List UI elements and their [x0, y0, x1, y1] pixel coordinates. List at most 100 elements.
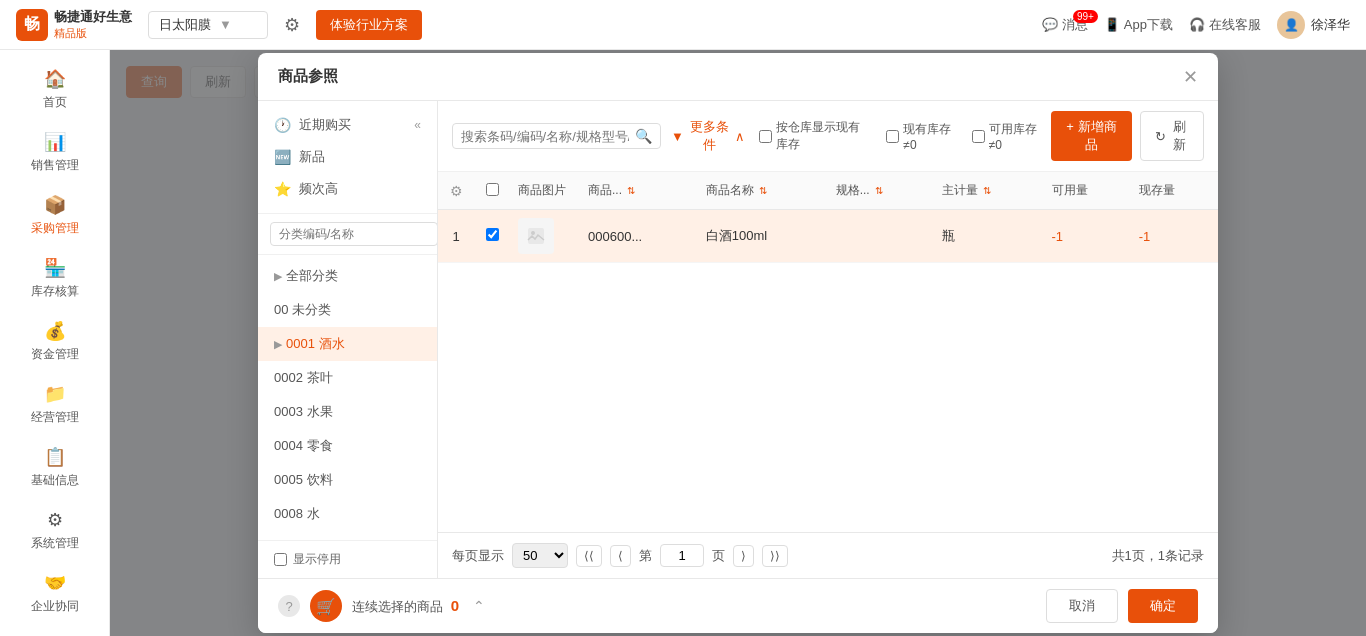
store-name: 日太阳膜 — [159, 16, 211, 34]
show-disabled-checkbox[interactable] — [274, 553, 287, 566]
filter-icon: ▼ — [671, 129, 684, 144]
cell-checkbox[interactable] — [474, 210, 510, 263]
modal-header: 商品参照 ✕ — [258, 53, 1218, 101]
quick-nav: 🕐 近期购买 « 🆕 新品 ⭐ 频次高 — [258, 101, 437, 214]
available-stock-checkbox[interactable] — [972, 130, 985, 143]
refresh-label: 刷新 — [1170, 118, 1189, 154]
more-filter-button[interactable]: ▼ 更多条件 ∧ — [671, 118, 745, 154]
per-page-select[interactable]: 50 100 — [512, 543, 568, 568]
modal-footer: ? 🛒 连续选择的商品 0 ⌃ 取消 确定 — [258, 578, 1218, 633]
page-prev-button[interactable]: ⟨ — [610, 545, 631, 567]
sidebar-item-purchase[interactable]: 📦 采购管理 — [0, 184, 109, 247]
gear-icon[interactable]: ⚙ — [280, 10, 304, 40]
sidebar-item-system[interactable]: ⚙ 系统管理 — [0, 499, 109, 562]
headset-icon: 🎧 — [1189, 17, 1205, 32]
sort-name-icon[interactable]: ⇅ — [759, 185, 767, 196]
store-select[interactable]: 日太阳膜 ▼ — [148, 11, 268, 39]
cat-label-0004: 0004 零食 — [274, 437, 333, 455]
gear-icon[interactable]: ⚙ — [450, 183, 463, 199]
col-stock: 现存量 — [1131, 172, 1218, 210]
search-icon[interactable]: 🔍 — [635, 128, 652, 144]
col-name: 商品名称 ⇅ — [698, 172, 828, 210]
recent-icon: 🕐 — [274, 117, 291, 133]
show-stock-checkbox[interactable] — [759, 130, 772, 143]
page-last-button[interactable]: ⟩⟩ — [762, 545, 788, 567]
category-item-00[interactable]: 00 未分类 — [258, 293, 437, 327]
service-nav[interactable]: 🎧 在线客服 — [1189, 16, 1261, 34]
message-nav[interactable]: 💬 消息 99+ — [1042, 16, 1088, 34]
nonzero-stock-checkbox[interactable] — [886, 130, 899, 143]
sidebar-item-sales[interactable]: 📊 销售管理 — [0, 121, 109, 184]
sidebar-label-system: 系统管理 — [31, 535, 79, 552]
category-item-0002[interactable]: 0002 茶叶 — [258, 361, 437, 395]
navbar: 畅 畅捷通好生意 精品版 日太阳膜 ▼ ⚙ 体验行业方案 💬 消息 99+ 📱 … — [0, 0, 1366, 50]
checkbox-show-stock[interactable]: 按仓库显示现有库存 — [759, 119, 870, 153]
category-item-0010[interactable]: 0010 家电 — [258, 531, 437, 540]
inventory-icon: 🏪 — [44, 257, 66, 279]
category-search-input[interactable] — [270, 222, 438, 246]
home-icon: 🏠 — [44, 68, 66, 90]
cat-label-0008: 0008 水 — [274, 505, 320, 523]
confirm-button[interactable]: 确定 — [1128, 589, 1198, 623]
table-body: 1 000600... 白酒100ml — [438, 210, 1218, 263]
sort-spec-icon[interactable]: ⇅ — [875, 185, 883, 196]
cancel-button[interactable]: 取消 — [1046, 589, 1118, 623]
checkbox-available-stock[interactable]: 可用库存≠0 — [972, 121, 1041, 152]
footer-collapse-icon[interactable]: ⌃ — [473, 598, 485, 614]
cell-stock: -1 — [1131, 210, 1218, 263]
col-available: 可用量 — [1044, 172, 1131, 210]
pagination: 每页显示 50 100 ⟨⟨ ⟨ 第 页 ⟩ ⟩⟩ — [438, 532, 1218, 578]
cart-icon[interactable]: 🛒 — [310, 590, 342, 622]
sidebar-item-home[interactable]: 🏠 首页 — [0, 58, 109, 121]
sidebar-item-inventory[interactable]: 🏪 库存核算 — [0, 247, 109, 310]
category-item-0008[interactable]: 0008 水 — [258, 497, 437, 531]
sidebar-item-enterprise[interactable]: 🤝 企业协同 — [0, 562, 109, 625]
table-row[interactable]: 1 000600... 白酒100ml — [438, 210, 1218, 263]
page-number-input[interactable] — [660, 544, 704, 567]
quick-nav-frequent[interactable]: ⭐ 频次高 — [258, 173, 437, 205]
modal-title: 商品参照 — [278, 67, 338, 86]
sidebar-item-operation[interactable]: 📁 经营管理 — [0, 373, 109, 436]
sidebar-item-guide[interactable]: 📚 新手引导 — [0, 625, 109, 636]
add-product-button[interactable]: + 新增商品 — [1051, 111, 1132, 161]
quick-nav-recent[interactable]: 🕐 近期购买 « — [258, 109, 437, 141]
checkbox-nonzero-stock[interactable]: 现有库存≠0 — [886, 121, 955, 152]
search-bar: 🔍 ▼ 更多条件 ∧ 按仓库显示现有库存 — [438, 101, 1218, 172]
user-menu[interactable]: 👤 徐泽华 — [1277, 11, 1350, 39]
col-checkbox — [474, 172, 510, 210]
cat-label-0003: 0003 水果 — [274, 403, 333, 421]
category-item-0004[interactable]: 0004 零食 — [258, 429, 437, 463]
category-item-0001[interactable]: ▶ 0001 酒水 — [258, 327, 437, 361]
page-first-button[interactable]: ⟨⟨ — [576, 545, 602, 567]
quick-nav-new[interactable]: 🆕 新品 — [258, 141, 437, 173]
left-panel: 🕐 近期购买 « 🆕 新品 ⭐ 频次高 — [258, 101, 438, 578]
cell-code: 000600... — [580, 210, 698, 263]
product-reference-modal: 商品参照 ✕ 🕐 近期购买 « � — [258, 53, 1218, 633]
sort-code-icon[interactable]: ⇅ — [627, 185, 635, 196]
search-input[interactable] — [461, 129, 629, 144]
sidebar-item-finance[interactable]: 💰 资金管理 — [0, 310, 109, 373]
page-unit-label: 页 — [712, 547, 725, 565]
experience-button[interactable]: 体验行业方案 — [316, 10, 422, 40]
select-all-checkbox[interactable] — [486, 183, 499, 196]
collapse-button[interactable]: « — [414, 118, 421, 132]
refresh-button[interactable]: ↻ 刷新 — [1140, 111, 1204, 161]
sidebar-item-basic[interactable]: 📋 基础信息 — [0, 436, 109, 499]
col-gear[interactable]: ⚙ — [438, 172, 474, 210]
category-item-0005[interactable]: 0005 饮料 — [258, 463, 437, 497]
sort-unit-icon[interactable]: ⇅ — [983, 185, 991, 196]
col-code: 商品... ⇅ — [580, 172, 698, 210]
row-checkbox[interactable] — [486, 228, 499, 241]
modal-close-button[interactable]: ✕ — [1183, 68, 1198, 86]
show-disabled: 显示停用 — [258, 540, 437, 578]
page-next-button[interactable]: ⟩ — [733, 545, 754, 567]
app-download-nav[interactable]: 📱 App下载 — [1104, 16, 1173, 34]
sidebar-label-enterprise: 企业协同 — [31, 598, 79, 615]
service-label: 在线客服 — [1209, 16, 1261, 34]
message-icon: 💬 — [1042, 17, 1058, 32]
selected-products-label: 连续选择的商品 0 — [352, 597, 463, 616]
right-buttons: + 新增商品 ↻ 刷新 — [1051, 111, 1204, 161]
category-item-0003[interactable]: 0003 水果 — [258, 395, 437, 429]
help-icon[interactable]: ? — [278, 595, 300, 617]
category-item-all[interactable]: ▶ 全部分类 — [258, 259, 437, 293]
